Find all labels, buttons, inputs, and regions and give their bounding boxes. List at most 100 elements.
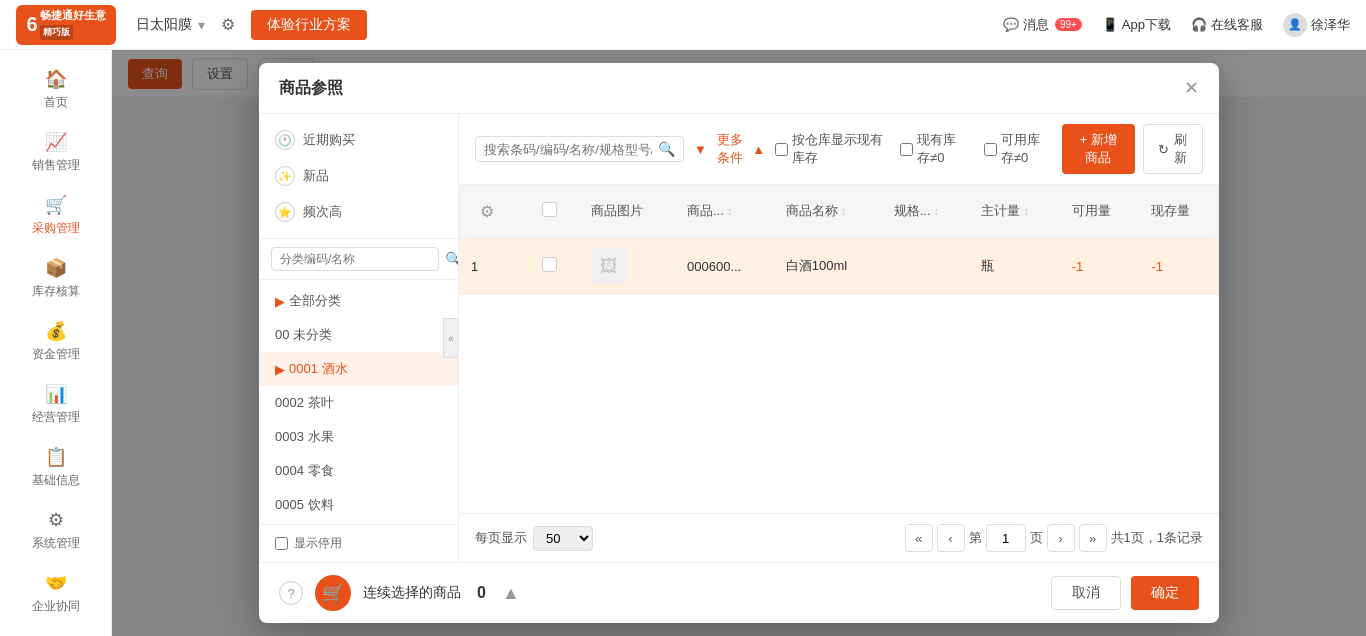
star-icon: ⭐ (275, 202, 295, 222)
cart-btn[interactable]: 🛒 (315, 575, 351, 611)
filter-btn[interactable]: ▼ 更多条件 ▲ (694, 131, 765, 167)
cell-spec (882, 238, 970, 295)
top-nav: 6 畅捷通好生意 精巧版 日太阳膜 ▾ ⚙ 体验行业方案 💬 消息 99+ 📱 … (0, 0, 1366, 50)
checkbox-warehouse-input[interactable] (775, 143, 788, 156)
sidebar-item-system[interactable]: ⚙ 系统管理 (0, 499, 111, 562)
category-0005-label: 0005 饮料 (275, 496, 334, 514)
cancel-btn[interactable]: 取消 (1051, 576, 1121, 610)
sidebar-item-enterprise[interactable]: 🤝 企业协同 (0, 562, 111, 625)
clock-icon: 🕐 (275, 130, 295, 150)
category-all[interactable]: ▶ 全部分类 (259, 284, 458, 318)
sidebar-item-finance[interactable]: 💰 资金管理 (0, 310, 111, 373)
purchase-icon: 🛒 (45, 194, 67, 216)
next-page-btn[interactable]: › (1047, 524, 1075, 552)
cell-idx: 1 (459, 238, 530, 295)
show-disabled: 显示停用 (259, 524, 458, 562)
page-input[interactable] (986, 524, 1026, 552)
user-item[interactable]: 👤 徐泽华 (1283, 13, 1350, 37)
brand-icon: 6 (26, 13, 37, 36)
modal-header: 商品参照 ✕ (259, 63, 1219, 114)
settings-icon[interactable]: ⚙ (221, 15, 235, 34)
confirm-btn[interactable]: 确定 (1131, 576, 1199, 610)
product-search-input[interactable] (484, 142, 652, 157)
add-product-btn[interactable]: + 新增商品 (1062, 124, 1136, 174)
col-unit[interactable]: 主计量 (969, 185, 1059, 238)
cell-name: 白酒100ml (774, 238, 882, 295)
help-btn[interactable]: ? (279, 581, 303, 605)
product-table: ⚙ 商品图片 商品... 商品名称 规格... (459, 185, 1219, 295)
quick-nav-recent[interactable]: 🕐 近期购买 (259, 122, 458, 158)
category-0003-label: 0003 水果 (275, 428, 334, 446)
message-item[interactable]: 💬 消息 99+ (1003, 16, 1082, 34)
category-search-icon[interactable]: 🔍 (445, 251, 459, 267)
refresh-label: 刷新 (1173, 131, 1188, 167)
category-00[interactable]: 00 未分类 (259, 318, 458, 352)
experience-btn[interactable]: 体验行业方案 (251, 10, 367, 40)
table-settings-icon[interactable]: ⚙ (471, 195, 503, 227)
avatar: 👤 (1283, 13, 1307, 37)
table-row[interactable]: 1 🖼 000600... 白酒100ml (459, 238, 1219, 295)
col-spec[interactable]: 规格... (882, 185, 970, 238)
sidebar-label-finance: 资金管理 (32, 346, 80, 363)
app-download-item[interactable]: 📱 App下载 (1102, 16, 1171, 34)
per-page-dropdown[interactable]: 50 100 200 (533, 526, 593, 551)
quick-nav: 🕐 近期购买 ✨ 新品 ⭐ 频次高 (259, 114, 458, 239)
cell-check[interactable] (530, 238, 579, 295)
checkbox-available-ne0[interactable]: 可用库存≠0 (984, 131, 1052, 167)
col-name[interactable]: 商品名称 (774, 185, 882, 238)
col-check (530, 185, 579, 238)
checkbox-stock-ne0-input[interactable] (900, 143, 913, 156)
category-search-input[interactable] (271, 247, 439, 271)
quick-nav-frequent[interactable]: ⭐ 频次高 (259, 194, 458, 230)
select-all-checkbox[interactable] (542, 202, 557, 217)
nav-dropdown[interactable]: 日太阳膜 ▾ (136, 16, 205, 34)
count-badge: 0 (477, 584, 486, 602)
refresh-btn[interactable]: ↻ 刷新 (1143, 124, 1203, 174)
product-table-container: ⚙ 商品图片 商品... 商品名称 规格... (459, 185, 1219, 513)
checkbox-stock-ne0-label: 现有库存≠0 (917, 131, 968, 167)
category-0003[interactable]: 0003 水果 (259, 420, 458, 454)
col-settings[interactable]: ⚙ (459, 185, 530, 238)
sidebar-item-basic[interactable]: 📋 基础信息 (0, 436, 111, 499)
modal-close-btn[interactable]: ✕ (1184, 77, 1199, 99)
sidebar-item-sales[interactable]: 📈 销售管理 (0, 121, 111, 184)
service-item[interactable]: 🎧 在线客服 (1191, 16, 1263, 34)
content-area: 查询 设置 刷新 商品参照 ✕ (112, 50, 1366, 636)
sidebar: 🏠 首页 📈 销售管理 🛒 采购管理 📦 库存核算 💰 资金管理 📊 经营管理 … (0, 50, 112, 636)
category-0004[interactable]: 0004 零食 (259, 454, 458, 488)
checkbox-warehouse-label: 按仓库显示现有库存 (792, 131, 884, 167)
col-code[interactable]: 商品... (675, 185, 774, 238)
quick-nav-recent-label: 近期购买 (303, 131, 355, 149)
modal-footer: ? 🛒 连续选择的商品 0 ▲ 取消 确定 (259, 562, 1219, 623)
category-0002[interactable]: 0002 茶叶 (259, 386, 458, 420)
quick-nav-new[interactable]: ✨ 新品 (259, 158, 458, 194)
category-0001[interactable]: ▶ 0001 酒水 (259, 352, 458, 386)
sidebar-item-guide[interactable]: 📚 新手引导 (0, 625, 111, 636)
last-page-btn[interactable]: » (1079, 524, 1107, 552)
sidebar-item-inventory[interactable]: 📦 库存核算 (0, 247, 111, 310)
sidebar-item-home[interactable]: 🏠 首页 (0, 58, 111, 121)
refresh-icon: ↻ (1158, 142, 1169, 157)
sidebar-item-purchase[interactable]: 🛒 采购管理 (0, 184, 111, 247)
category-0001-label: 0001 酒水 (289, 360, 348, 378)
table-head: ⚙ 商品图片 商品... 商品名称 规格... (459, 185, 1219, 238)
modal-overlay: 商品参照 ✕ 🕐 近期购买 ✨ (112, 50, 1366, 636)
checkbox-stock-ne0[interactable]: 现有库存≠0 (900, 131, 968, 167)
brand-name: 畅捷通好生意 (40, 9, 106, 22)
prev-page-btn[interactable]: ‹ (937, 524, 965, 552)
search-icon[interactable]: 🔍 (658, 141, 675, 157)
footer-collapse-icon[interactable]: ▲ (502, 583, 520, 604)
checkbox-warehouse[interactable]: 按仓库显示现有库存 (775, 131, 884, 167)
cell-code: 000600... (675, 238, 774, 295)
category-0005[interactable]: 0005 饮料 (259, 488, 458, 522)
sidebar-item-operations[interactable]: 📊 经营管理 (0, 373, 111, 436)
operations-icon: 📊 (45, 383, 67, 405)
first-page-btn[interactable]: « (905, 524, 933, 552)
cell-stock: -1 (1139, 238, 1219, 295)
sidebar-label-operations: 经营管理 (32, 409, 80, 426)
row-checkbox[interactable] (542, 257, 557, 272)
collapse-panel-btn[interactable]: « (443, 318, 459, 358)
search-box: 🔍 (475, 136, 684, 162)
checkbox-available-ne0-input[interactable] (984, 143, 997, 156)
show-disabled-checkbox[interactable] (275, 537, 288, 550)
